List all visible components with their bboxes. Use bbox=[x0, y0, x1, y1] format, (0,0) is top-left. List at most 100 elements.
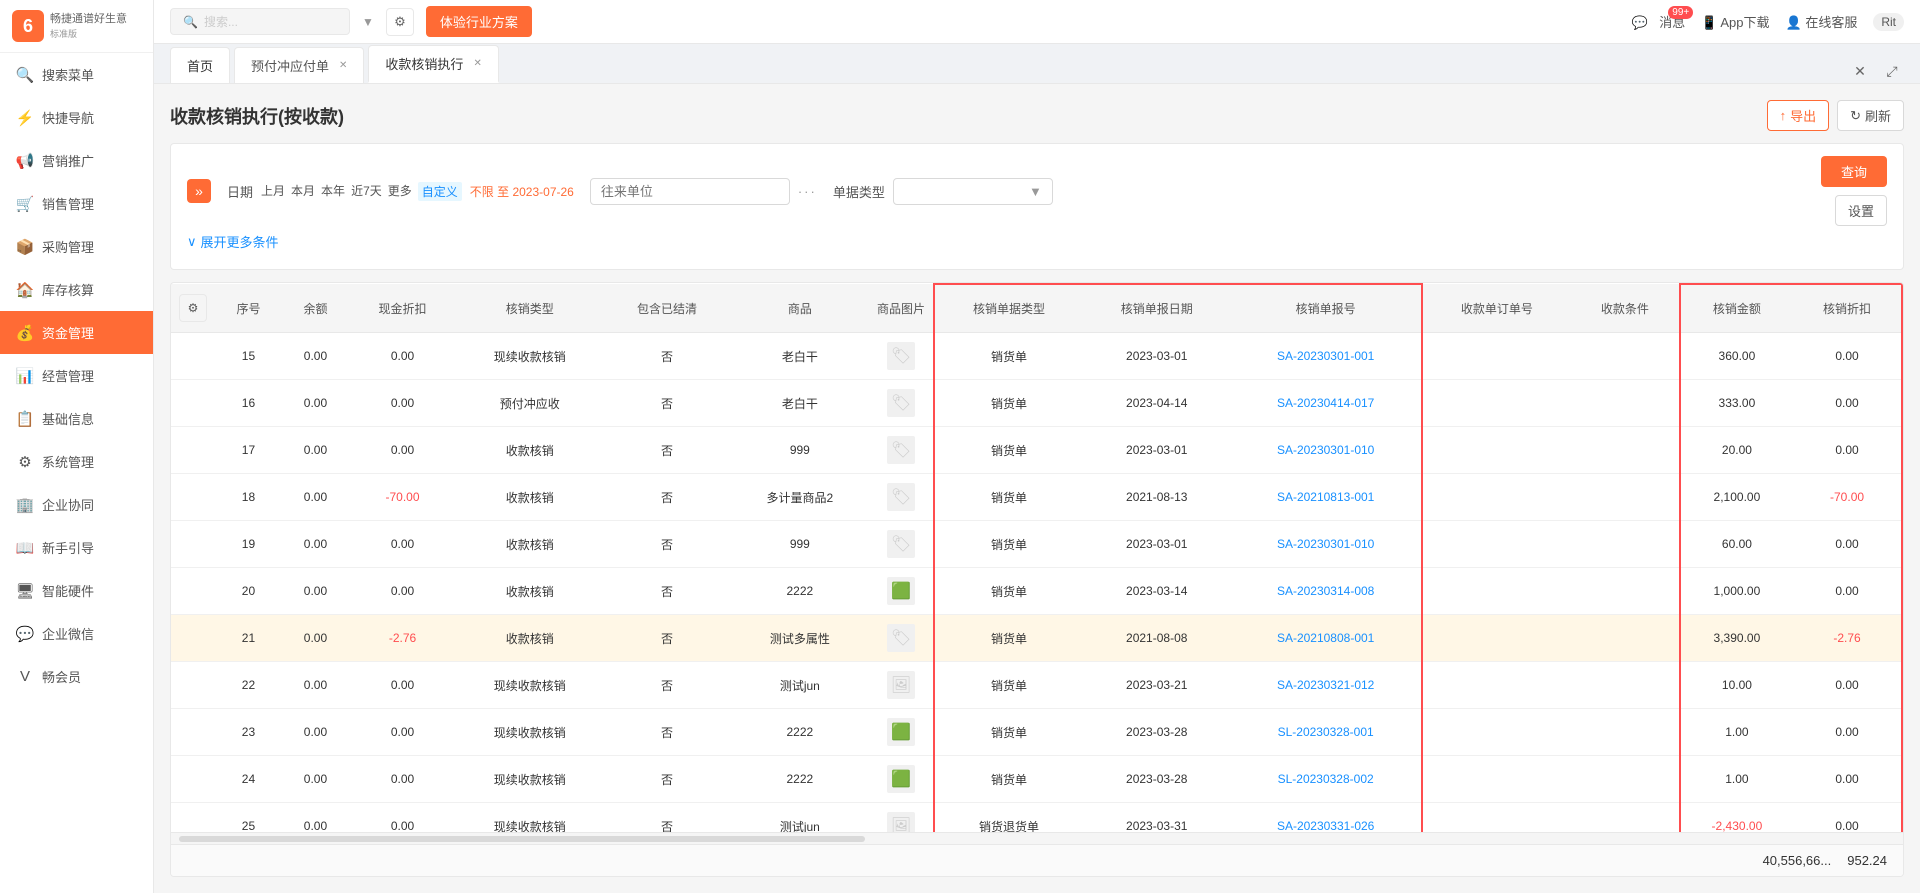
th-settings[interactable]: ⚙ bbox=[171, 284, 215, 333]
td-verify-type: 预付冲应收 bbox=[456, 380, 603, 427]
filter-last-month[interactable]: 上月 bbox=[261, 182, 285, 201]
td-product-img: 🏷 bbox=[869, 474, 934, 521]
filter-this-year[interactable]: 本年 bbox=[321, 182, 345, 201]
export-icon: ↑ bbox=[1780, 108, 1787, 123]
topbar-gear-button[interactable]: ⚙ bbox=[386, 8, 414, 36]
topbar-dropdown-arrow: ▼ bbox=[362, 15, 374, 29]
filter-unit-input[interactable] bbox=[590, 178, 790, 205]
td-balance: 0.00 bbox=[282, 756, 349, 803]
filter-more[interactable]: 更多 bbox=[388, 182, 412, 201]
sidebar-item-finance[interactable]: 💰资金管理 bbox=[0, 311, 153, 354]
filter-last7[interactable]: 近7天 bbox=[351, 182, 382, 201]
td-balance: 0.00 bbox=[282, 380, 349, 427]
sidebar-item-sales[interactable]: 🛒销售管理 bbox=[0, 182, 153, 225]
topbar-search[interactable]: 🔍 搜索... bbox=[170, 8, 350, 35]
sidebar-item-marketing[interactable]: 📢营销推广 bbox=[0, 139, 153, 182]
solution-button[interactable]: 体验行业方案 bbox=[426, 6, 532, 37]
td-bill-no[interactable]: SA-20230414-017 bbox=[1230, 380, 1422, 427]
tab-maximize-button[interactable]: ⤢ bbox=[1880, 59, 1904, 83]
td-cash-discount: 0.00 bbox=[349, 427, 456, 474]
sidebar-item-inventory[interactable]: 🏠库存核算 bbox=[0, 268, 153, 311]
filter-date-links: 上月 本月 本年 近7天 更多 自定义 bbox=[261, 182, 462, 201]
tab-prepaid-close[interactable]: ✕ bbox=[339, 60, 347, 71]
sidebar-nav: 🔍搜索菜单⚡快捷导航📢营销推广🛒销售管理📦采购管理🏠库存核算💰资金管理📊经营管理… bbox=[0, 53, 153, 893]
td-bill-date: 2023-03-21 bbox=[1083, 662, 1230, 709]
td-included: 否 bbox=[603, 521, 730, 568]
td-bill-no[interactable]: SA-20230301-010 bbox=[1230, 521, 1422, 568]
tab-home[interactable]: 首页 bbox=[170, 47, 230, 83]
table-wrapper[interactable]: ⚙ 序号 余额 现金折扣 核销类型 包含已结清 商品 商品图片 核销单据类型 bbox=[171, 283, 1903, 832]
filter-this-month[interactable]: 本月 bbox=[291, 182, 315, 201]
td-receipt-cond bbox=[1571, 615, 1680, 662]
td-no: 19 bbox=[215, 521, 282, 568]
td-receipt-order bbox=[1422, 333, 1571, 380]
td-bill-no[interactable]: SA-20230321-012 bbox=[1230, 662, 1422, 709]
td-no: 20 bbox=[215, 568, 282, 615]
horizontal-scrollbar[interactable] bbox=[171, 832, 1903, 844]
td-receipt-order bbox=[1422, 662, 1571, 709]
sidebar-item-guide[interactable]: 📖新手引导 bbox=[0, 526, 153, 569]
sidebar-item-operations[interactable]: 📊经营管理 bbox=[0, 354, 153, 397]
refresh-icon: ↻ bbox=[1850, 108, 1861, 124]
td-verify-type: 现续收款核销 bbox=[456, 756, 603, 803]
filter-unit-group: ··· bbox=[590, 178, 817, 205]
th-balance: 余额 bbox=[282, 284, 349, 333]
td-bill-no[interactable]: SA-20210808-001 bbox=[1230, 615, 1422, 662]
sidebar-item-quicknav[interactable]: ⚡快捷导航 bbox=[0, 96, 153, 139]
filter-toggle-button[interactable]: » bbox=[187, 179, 211, 203]
td-bill-no[interactable]: SA-20210813-001 bbox=[1230, 474, 1422, 521]
td-bill-no[interactable]: SA-20230301-010 bbox=[1230, 427, 1422, 474]
filter-custom[interactable]: 自定义 bbox=[418, 182, 462, 201]
scrollbar-thumb[interactable] bbox=[179, 836, 865, 842]
guide-icon: 📖 bbox=[16, 539, 34, 557]
user-menu[interactable]: Rit bbox=[1873, 13, 1904, 31]
tab-receipt-close[interactable]: ✕ bbox=[473, 58, 481, 69]
content: 收款核销执行(按收款) ↑ 导出 ↻ 刷新 » 日期 bbox=[154, 84, 1920, 893]
sidebar-item-system[interactable]: ⚙系统管理 bbox=[0, 440, 153, 483]
td-balance: 0.00 bbox=[282, 521, 349, 568]
td-verify-type: 现续收款核销 bbox=[456, 709, 603, 756]
filter-actions: 查询 设置 bbox=[1821, 156, 1887, 226]
messages-button[interactable]: 💬 99+ 消息 bbox=[1631, 12, 1685, 31]
column-settings-icon[interactable]: ⚙ bbox=[179, 294, 207, 322]
online-service-button[interactable]: 👤 在线客服 bbox=[1786, 12, 1858, 31]
topbar: 🔍 搜索... ▼ ⚙ 体验行业方案 💬 99+ 消息 📱 App下载 bbox=[154, 0, 1920, 44]
refresh-button[interactable]: ↻ 刷新 bbox=[1837, 100, 1904, 131]
td-balance: 0.00 bbox=[282, 709, 349, 756]
sidebar-item-label: 企业协同 bbox=[42, 495, 94, 514]
sidebar-item-basic[interactable]: 📋基础信息 bbox=[0, 397, 153, 440]
sidebar-item-purchase[interactable]: 📦采购管理 bbox=[0, 225, 153, 268]
tab-receipt[interactable]: 收款核销执行 ✕ bbox=[368, 45, 498, 83]
tab-close-all-button[interactable]: ✕ bbox=[1848, 59, 1872, 83]
td-no: 21 bbox=[215, 615, 282, 662]
td-settings bbox=[171, 756, 215, 803]
sidebar-item-enterprise[interactable]: 🏢企业协同 bbox=[0, 483, 153, 526]
tab-prepaid[interactable]: 预付冲应付单 ✕ bbox=[234, 47, 364, 83]
td-bill-no[interactable]: SA-20230314-008 bbox=[1230, 568, 1422, 615]
td-bill-no[interactable]: SA-20230331-026 bbox=[1230, 803, 1422, 833]
query-button[interactable]: 查询 bbox=[1821, 156, 1887, 187]
td-product-img: 🟩 bbox=[869, 756, 934, 803]
td-bill-no[interactable]: SL-20230328-002 bbox=[1230, 756, 1422, 803]
td-verify-amount: 360.00 bbox=[1680, 333, 1793, 380]
td-receipt-order bbox=[1422, 568, 1571, 615]
sidebar-item-label: 系统管理 bbox=[42, 452, 94, 471]
expand-more-button[interactable]: ∨ 展开更多条件 bbox=[187, 232, 1887, 251]
app-download-button[interactable]: 📱 App下载 bbox=[1701, 12, 1769, 31]
sidebar-item-search[interactable]: 🔍搜索菜单 bbox=[0, 53, 153, 96]
td-bill-date: 2023-03-28 bbox=[1083, 709, 1230, 756]
td-verify-amount: 10.00 bbox=[1680, 662, 1793, 709]
td-balance: 0.00 bbox=[282, 427, 349, 474]
main-area: 🔍 搜索... ▼ ⚙ 体验行业方案 💬 99+ 消息 📱 App下载 bbox=[154, 0, 1920, 893]
td-bill-no[interactable]: SL-20230328-001 bbox=[1230, 709, 1422, 756]
export-button[interactable]: ↑ 导出 bbox=[1767, 100, 1830, 131]
td-receipt-cond bbox=[1571, 474, 1680, 521]
sidebar-item-wechat[interactable]: 💬企业微信 bbox=[0, 612, 153, 655]
filter-billtype-select[interactable]: ▼ bbox=[893, 178, 1053, 205]
td-bill-no[interactable]: SA-20230301-001 bbox=[1230, 333, 1422, 380]
filter-settings-button[interactable]: 设置 bbox=[1835, 195, 1887, 226]
sidebar-item-member[interactable]: V畅会员 bbox=[0, 655, 153, 698]
sidebar-item-label: 基础信息 bbox=[42, 409, 94, 428]
sidebar-item-hardware[interactable]: 🖥智能硬件 bbox=[0, 569, 153, 612]
user-name: Rit bbox=[1881, 15, 1896, 29]
